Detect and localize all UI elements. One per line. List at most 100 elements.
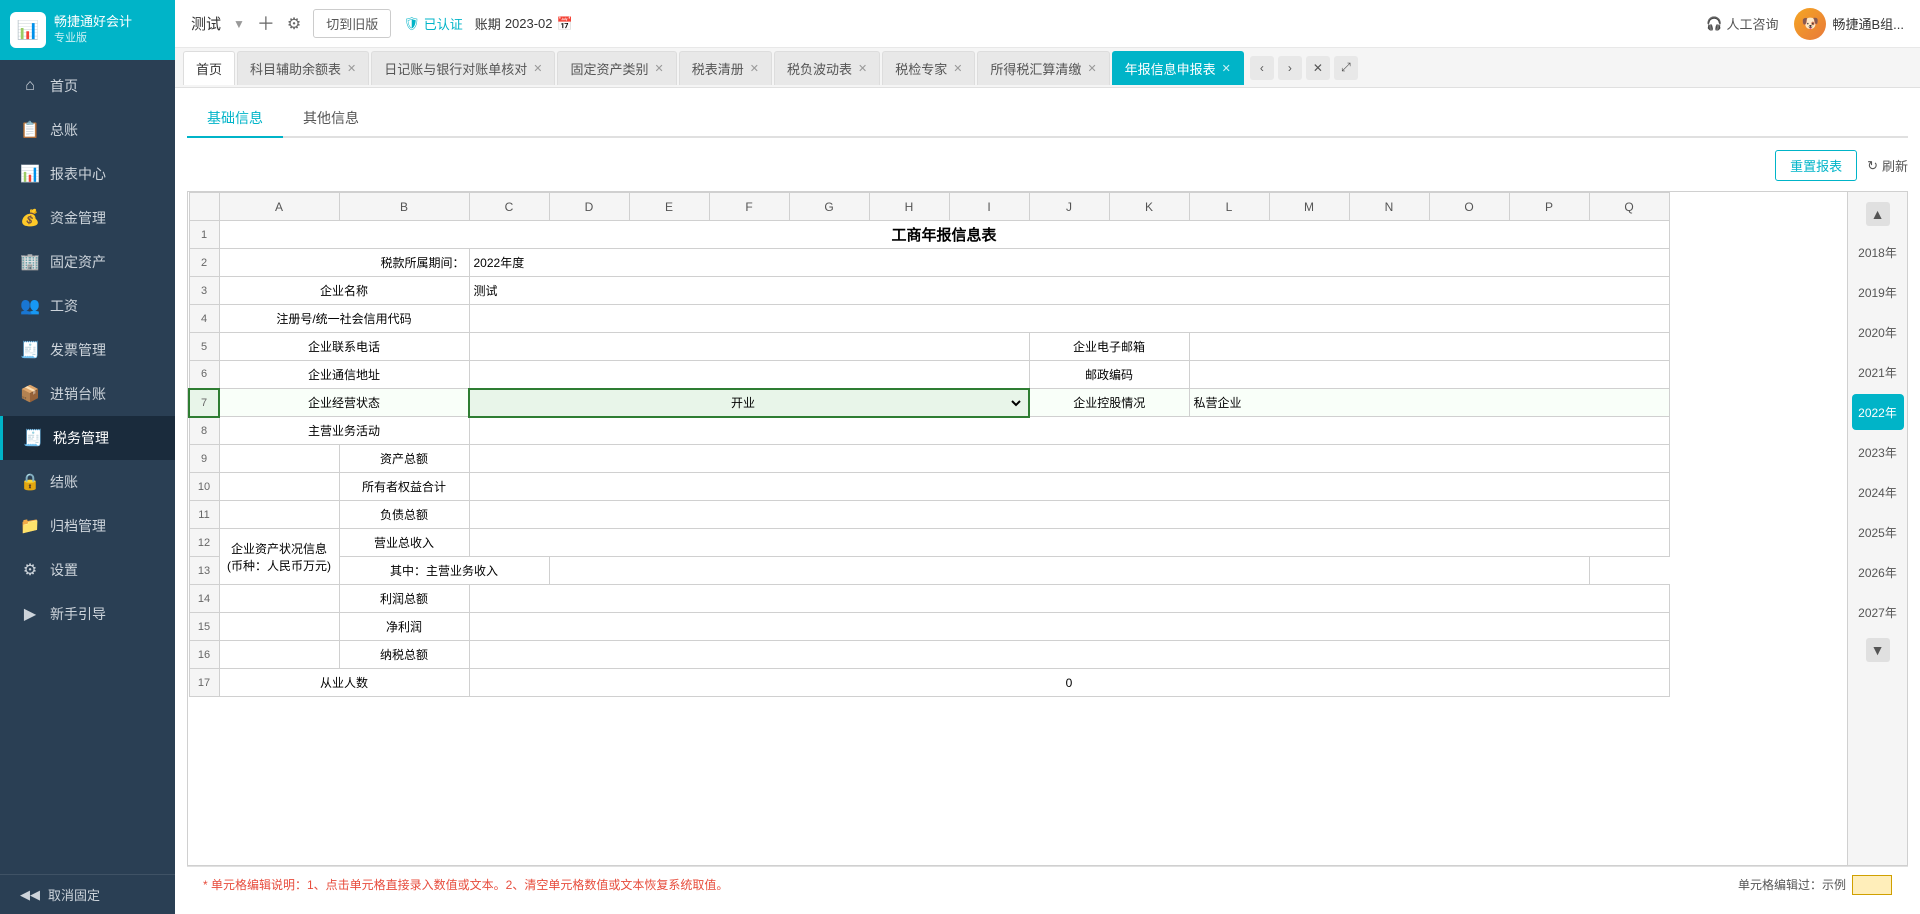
sidebar-item-guide[interactable]: ▶新手引导 — [0, 592, 175, 636]
year-item-2018年[interactable]: 2018年 — [1852, 234, 1904, 270]
col-header-I: I — [949, 193, 1029, 221]
user-menu[interactable]: 🐶 畅捷通B组... — [1794, 8, 1904, 40]
sheet-cell: 资产总额 — [339, 445, 469, 473]
tab-close-icon[interactable]: ✕ — [858, 62, 867, 75]
sidebar-item-funds[interactable]: 💰资金管理 — [0, 196, 175, 240]
year-item-2027年[interactable]: 2027年 — [1852, 594, 1904, 630]
tab-aux-balance[interactable]: 科目辅助余额表✕ — [237, 51, 369, 85]
collapse-icon: ◀◀ — [20, 887, 40, 903]
col-header-B: B — [339, 193, 469, 221]
sidebar-item-label: 设置 — [50, 560, 78, 580]
bottombar-right: 单元格编辑过：示例 — [1738, 875, 1892, 895]
tab-annual-report[interactable]: 年报信息申报表✕ — [1112, 51, 1244, 85]
sheet-cell[interactable] — [469, 473, 1669, 501]
sheet-cell[interactable] — [469, 613, 1669, 641]
row-num-7: 7 — [189, 389, 219, 417]
tab-close-icon[interactable]: ✕ — [1087, 62, 1096, 75]
assets-icon: 🏢 — [20, 252, 40, 272]
tab-income-tax[interactable]: 所得税汇算清缴✕ — [977, 51, 1109, 85]
year-up-btn[interactable]: ▲ — [1866, 202, 1890, 226]
sidebar-item-ledger[interactable]: 📋总账 — [0, 108, 175, 152]
sheet-cell[interactable] — [469, 333, 1029, 361]
operating-status-select[interactable]: 开业注销吊销迁出撤销 — [474, 395, 1024, 411]
tab-expand-btn[interactable]: ⤢ — [1334, 56, 1358, 80]
service-btn[interactable]: 🎧 人工咨询 — [1706, 14, 1778, 33]
tab-close-icon[interactable]: ✕ — [347, 62, 356, 75]
invoice-icon: 🧾 — [20, 340, 40, 360]
cell-2-value[interactable]: 2022年度 — [469, 249, 1669, 277]
tab-tax-return[interactable]: 税表清册✕ — [679, 51, 772, 85]
sidebar-item-reports[interactable]: 📊报表中心 — [0, 152, 175, 196]
tab-close-all-btn[interactable]: ✕ — [1306, 56, 1330, 80]
topbar-dropdown-arrow[interactable]: ▼ — [233, 17, 245, 31]
switch-version-btn[interactable]: 切到旧版 — [313, 9, 391, 38]
sheet-cell[interactable]: 测试 — [469, 277, 1669, 305]
calendar-icon[interactable]: 📅 — [557, 16, 573, 32]
tab-tax-change[interactable]: 税负波动表✕ — [774, 51, 880, 85]
tab-close-icon[interactable]: ✕ — [750, 62, 759, 75]
sheet-cell[interactable] — [469, 529, 1669, 557]
topbar-settings-icon[interactable]: ⚙ — [287, 14, 301, 34]
sheet-cell[interactable] — [469, 641, 1669, 669]
subtab-basic[interactable]: 基础信息 — [187, 100, 283, 138]
year-item-2024年[interactable]: 2024年 — [1852, 474, 1904, 510]
cell-7-operating-status[interactable]: 开业注销吊销迁出撤销 — [469, 389, 1029, 417]
sheet-cell[interactable] — [469, 445, 1669, 473]
tab-tax-expert[interactable]: 税检专家✕ — [882, 51, 975, 85]
tab-close-icon[interactable]: ✕ — [1222, 62, 1231, 75]
topbar: 测试 ▼ ＋ ⚙ 切到旧版 🛡 已认证 账期 2023-02 📅 🎧 人工咨询 … — [175, 0, 1920, 48]
year-item-2023年[interactable]: 2023年 — [1852, 434, 1904, 470]
sidebar-item-assets[interactable]: 🏢固定资产 — [0, 240, 175, 284]
topbar-add-btn[interactable]: ＋ — [257, 15, 275, 33]
sidebar-collapse-btn[interactable]: ◀◀ 取消固定 — [0, 874, 175, 914]
row-num-14: 14 — [189, 585, 219, 613]
tax-icon: 🧾 — [23, 428, 43, 448]
tab-close-icon[interactable]: ✕ — [533, 62, 542, 75]
refresh-label: 刷新 — [1882, 156, 1908, 175]
year-item-2021年[interactable]: 2021年 — [1852, 354, 1904, 390]
toolbar: 重置报表 ↻ 刷新 — [187, 150, 1908, 181]
spreadsheet-main[interactable]: ABCDEFGHIJKLMNOPQ 1工商年报信息表2税款所属期间：2022年度… — [188, 192, 1847, 865]
sidebar-item-stock[interactable]: 📦进销台账 — [0, 372, 175, 416]
refresh-btn[interactable]: ↻ 刷新 — [1867, 150, 1908, 181]
sheet-table: ABCDEFGHIJKLMNOPQ 1工商年报信息表2税款所属期间：2022年度… — [188, 192, 1670, 697]
sidebar-item-tax[interactable]: 🧾 税务管理 — [0, 416, 175, 460]
sheet-cell[interactable] — [469, 305, 1669, 333]
tab-prev-btn[interactable]: ‹ — [1250, 56, 1274, 80]
reset-report-btn[interactable]: 重置报表 — [1775, 150, 1857, 181]
subtab-other[interactable]: 其他信息 — [283, 100, 379, 138]
sidebar-item-settings[interactable]: ⚙设置 — [0, 548, 175, 592]
sidebar-item-home[interactable]: ⌂首页 — [0, 64, 175, 108]
topbar-title: 测试 — [191, 13, 221, 34]
sidebar-item-close[interactable]: 🔒结账 — [0, 460, 175, 504]
sheet-cell[interactable] — [1189, 333, 1669, 361]
sheet-cell[interactable] — [1189, 361, 1669, 389]
sidebar-item-invoice[interactable]: 🧾发票管理 — [0, 328, 175, 372]
year-item-2019年[interactable]: 2019年 — [1852, 274, 1904, 310]
sidebar-item-label: 税务管理 — [53, 428, 109, 448]
sheet-cell[interactable] — [469, 501, 1669, 529]
sheet-cell[interactable] — [469, 361, 1029, 389]
year-item-2020年[interactable]: 2020年 — [1852, 314, 1904, 350]
tab-next-btn[interactable]: › — [1278, 56, 1302, 80]
year-item-2026年[interactable]: 2026年 — [1852, 554, 1904, 590]
sidebar-item-archive[interactable]: 📁归档管理 — [0, 504, 175, 548]
year-nav-bottom: ▼ — [1864, 632, 1892, 668]
tab-home[interactable]: 首页 — [183, 51, 235, 85]
sheet-cell[interactable]: 私营企业 — [1189, 389, 1669, 417]
year-down-btn[interactable]: ▼ — [1866, 638, 1890, 662]
tab-close-icon[interactable]: ✕ — [655, 62, 664, 75]
sheet-cell[interactable] — [469, 417, 1669, 445]
sheet-cell[interactable] — [469, 585, 1669, 613]
tab-fixed-assets[interactable]: 固定资产类别 ✕ — [557, 51, 676, 85]
tab-journal-bank[interactable]: 日记账与银行对账单核对✕ — [371, 51, 555, 85]
reports-icon: 📊 — [20, 164, 40, 184]
sidebar-item-payroll[interactable]: 👥工资 — [0, 284, 175, 328]
cell-17-value[interactable]: 0 — [469, 669, 1669, 697]
tab-close-icon[interactable]: ✕ — [953, 62, 962, 75]
sheet-cell: 企业联系电话 — [219, 333, 469, 361]
sheet-cell[interactable] — [549, 557, 1589, 585]
tab-label: 固定资产类别 — [570, 59, 648, 78]
year-item-2022年[interactable]: 2022年 — [1852, 394, 1904, 430]
year-item-2025年[interactable]: 2025年 — [1852, 514, 1904, 550]
